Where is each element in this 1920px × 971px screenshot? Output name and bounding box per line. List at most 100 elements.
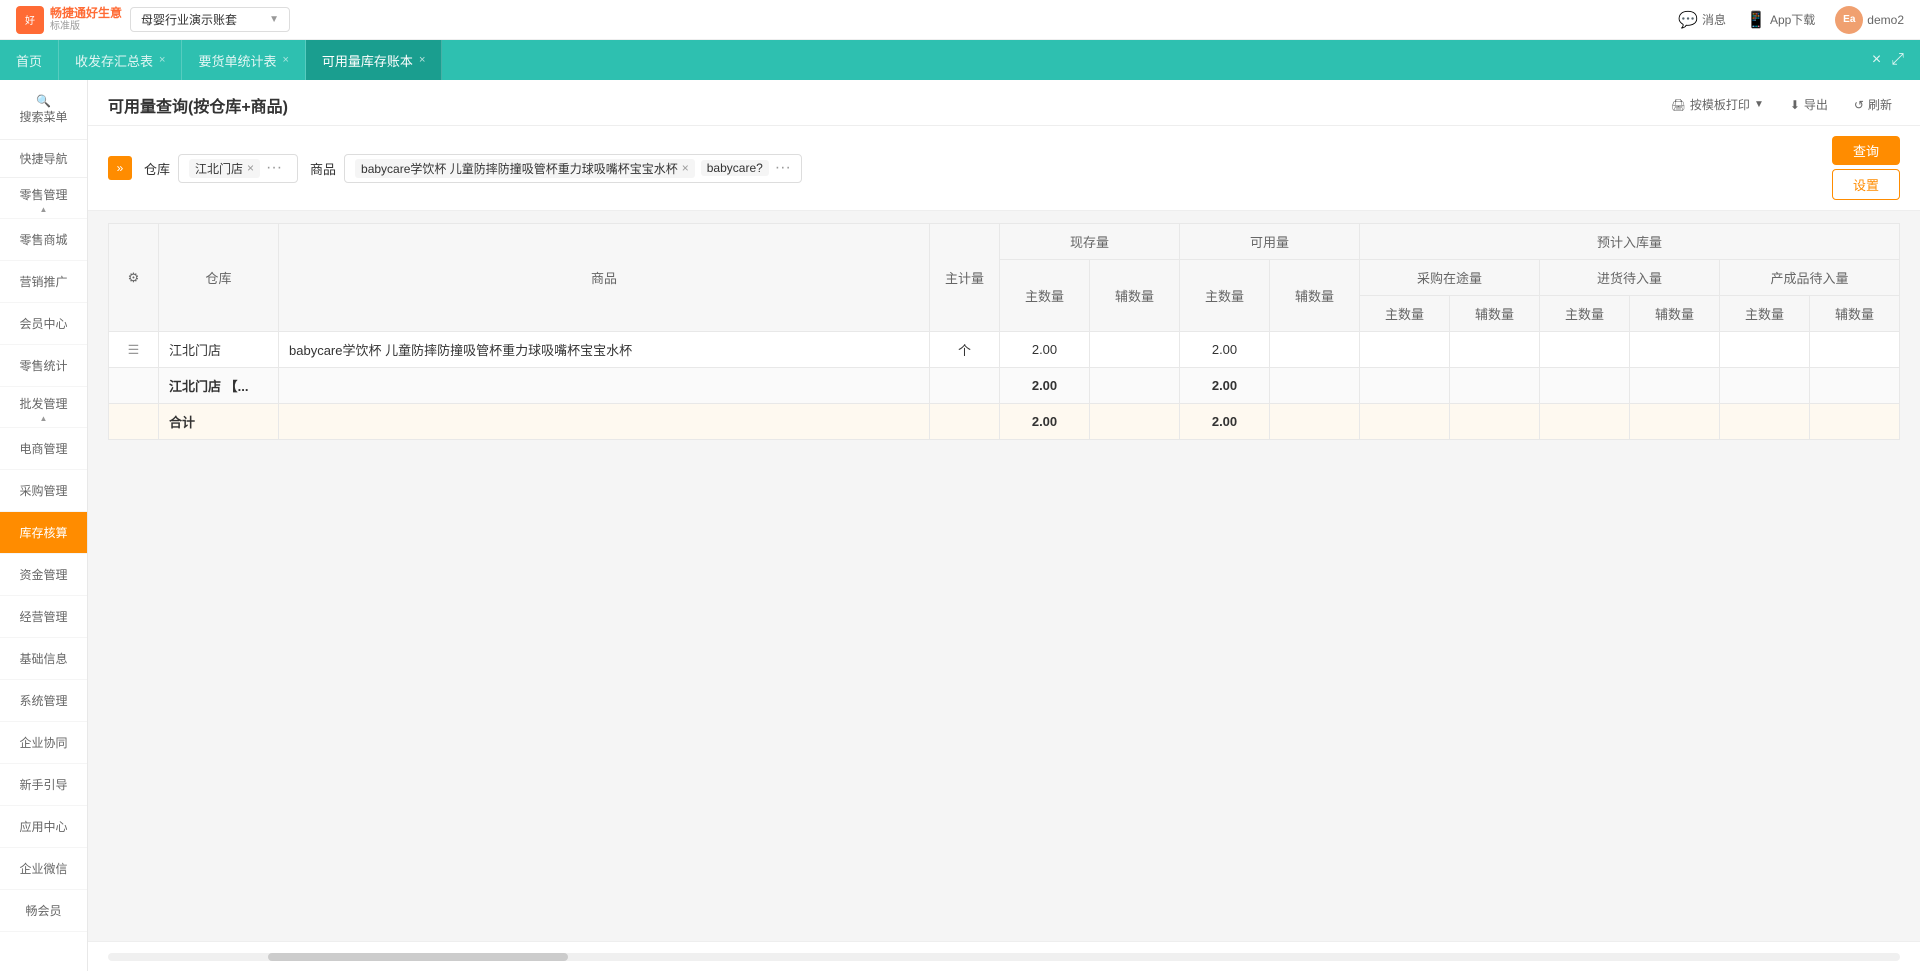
sidebar-item-purchase[interactable]: 采购管理 [0, 470, 87, 512]
th-incoming-sub: 辅数量 [1630, 296, 1720, 332]
sidebar-item-member[interactable]: 会员中心 [0, 303, 87, 345]
app-download-action[interactable]: 📱 App下载 [1746, 10, 1815, 30]
sidebar-item-system[interactable]: 系统管理 [0, 680, 87, 722]
username-label: demo2 [1867, 13, 1904, 27]
enterprise-label: 企业协同 [19, 734, 67, 751]
tab-order-stats-close[interactable]: × [282, 54, 288, 66]
product-tag-1-remove[interactable]: × [682, 161, 689, 175]
user-action[interactable]: Ea demo2 [1835, 6, 1904, 34]
th-incoming: 进货待入量 [1540, 260, 1720, 296]
tab-available-stock[interactable]: 可用量库存账本 × [306, 40, 442, 80]
th-available-main: 主数量 [1180, 260, 1270, 332]
warehouse-filter-value[interactable]: 江北门店 × ··· [178, 154, 298, 183]
sidebar-item-ecommerce[interactable]: 电商管理 [0, 428, 87, 470]
refresh-label: 刷新 [1868, 96, 1892, 113]
row-2-current-main: 2.00 [1000, 368, 1090, 404]
header-right: 💬 消息 📱 App下载 Ea demo2 [1678, 6, 1904, 34]
message-label: 消息 [1702, 11, 1726, 28]
sidebar-item-retail-mall[interactable]: 零售商城 [0, 219, 87, 261]
th-production-sub: 辅数量 [1810, 296, 1900, 332]
th-expected-in: 预计入库量 [1360, 224, 1900, 260]
row-1-purchase-sub [1450, 332, 1540, 368]
quick-nav-button[interactable]: 快捷导航 [8, 148, 79, 169]
nav-tab-actions: × ⤢ [1872, 51, 1920, 69]
row-1-unit: 个 [930, 332, 1000, 368]
row-1-warehouse: 江北门店 [159, 332, 279, 368]
settings-icon[interactable]: ⚙ [128, 270, 140, 285]
th-main-unit: 主计量 [930, 224, 1000, 332]
sidebar-item-retail-mgmt[interactable]: 零售管理 [0, 178, 87, 219]
product-more-btn[interactable]: ··· [775, 159, 791, 177]
row-2-production-sub [1810, 368, 1900, 404]
table-area: ⚙ 仓库 商品 主计量 现存量 可用量 预计入库量 主数量 辅数量 主数量 辅数… [88, 211, 1920, 941]
product-filter-label: 商品 [310, 159, 336, 178]
th-product: 商品 [279, 224, 930, 332]
warehouse-tag: 江北门店 × [189, 159, 260, 178]
row-1-incoming-main [1540, 332, 1630, 368]
sidebar-item-enterprise-wechat[interactable]: 企业微信 [0, 848, 87, 890]
table-row: ☰ 江北门店 babycare学饮杯 儿童防摔防撞吸管杯重力球吸嘴杯宝宝水杯 个… [109, 332, 1900, 368]
summary-row: 合计 2.00 2.00 [109, 404, 1900, 440]
search-menu-button[interactable]: 🔍 搜索菜单 [8, 90, 79, 129]
sidebar-item-guide[interactable]: 新手引导 [0, 764, 87, 806]
th-purchase-main: 主数量 [1360, 296, 1450, 332]
quick-nav-area: 快捷导航 [0, 140, 87, 178]
sidebar-item-basic-info[interactable]: 基础信息 [0, 638, 87, 680]
th-settings: ⚙ [109, 224, 159, 332]
sidebar-item-operations[interactable]: 经营管理 [0, 596, 87, 638]
close-all-button[interactable]: × [1872, 51, 1881, 69]
horizontal-scrollbar-track[interactable] [108, 953, 1900, 961]
sidebar-item-enterprise[interactable]: 企业协同 [0, 722, 87, 764]
logo-area: 好 畅捷通好生意 标准版 [16, 6, 122, 34]
summary-available-main: 2.00 [1180, 404, 1270, 440]
tab-receive-summary[interactable]: 收发存汇总表 × [59, 40, 182, 80]
row-2-current-sub [1090, 368, 1180, 404]
tab-available-stock-close[interactable]: × [419, 54, 425, 66]
industry-selector[interactable]: 母婴行业演示账套 ▼ [130, 7, 290, 32]
expand-button[interactable]: ⤢ [1891, 51, 1904, 69]
horizontal-scrollbar-thumb[interactable] [268, 953, 568, 961]
sidebar-item-finance[interactable]: 资金管理 [0, 554, 87, 596]
tab-home-label: 首页 [16, 51, 42, 70]
tab-home[interactable]: 首页 [0, 40, 59, 80]
warehouse-more-btn[interactable]: ··· [266, 159, 282, 177]
row-1-available-sub [1270, 332, 1360, 368]
sidebar-item-wholesale-mgmt[interactable]: 批发管理 [0, 387, 87, 428]
nav-tabs: 首页 收发存汇总表 × 要货单统计表 × 可用量库存账本 × × ⤢ [0, 40, 1920, 80]
setting-button[interactable]: 设置 [1832, 169, 1900, 200]
summary-available-sub [1270, 404, 1360, 440]
sidebar-item-vip-member[interactable]: 畅会员 [0, 890, 87, 932]
row-1-purchase-main [1360, 332, 1450, 368]
sidebar: 🔍 搜索菜单 快捷导航 零售管理 零售商城 营销推广 会员中心 零售统计 批发管… [0, 80, 88, 971]
sidebar-item-app-center[interactable]: 应用中心 [0, 806, 87, 848]
member-label: 会员中心 [19, 315, 67, 332]
export-button[interactable]: ⬇ 导出 [1782, 92, 1836, 117]
tab-receive-summary-close[interactable]: × [159, 54, 165, 66]
filter-expand-button[interactable]: » [108, 156, 132, 180]
print-template-button[interactable]: 🖨 按模板打印 ▼ [1663, 92, 1772, 117]
refresh-icon: ↺ [1854, 98, 1864, 112]
warehouse-tag-remove[interactable]: × [247, 161, 254, 175]
user-avatar: Ea [1835, 6, 1863, 34]
query-button[interactable]: 查询 [1832, 136, 1900, 165]
summary-current-sub [1090, 404, 1180, 440]
product-filter-group: 商品 babycare学饮杯 儿童防摔防撞吸管杯重力球吸嘴杯宝宝水杯 × bab… [310, 154, 802, 183]
row-2-incoming-sub [1630, 368, 1720, 404]
product-filter-value[interactable]: babycare学饮杯 儿童防摔防撞吸管杯重力球吸嘴杯宝宝水杯 × babyca… [344, 154, 802, 183]
tab-order-stats-label: 要货单统计表 [198, 51, 276, 70]
sidebar-item-retail-stats[interactable]: 零售统计 [0, 345, 87, 387]
row-2-production-main [1720, 368, 1810, 404]
warehouse-tag-text: 江北门店 [195, 160, 243, 177]
sidebar-item-inventory[interactable]: 库存核算 [0, 512, 87, 554]
th-available: 可用量 [1180, 224, 1360, 260]
row-2-settings [109, 368, 159, 404]
sidebar-search-area: 🔍 搜索菜单 [0, 80, 87, 140]
wholesale-mgmt-label: 批发管理 [19, 395, 67, 412]
row-2-available-sub [1270, 368, 1360, 404]
sidebar-item-marketing[interactable]: 营销推广 [0, 261, 87, 303]
tab-order-stats[interactable]: 要货单统计表 × [182, 40, 305, 80]
product-tag-2: babycare? [701, 160, 769, 176]
message-action[interactable]: 💬 消息 [1678, 10, 1726, 30]
refresh-button[interactable]: ↺ 刷新 [1846, 92, 1900, 117]
header-left: 好 畅捷通好生意 标准版 母婴行业演示账套 ▼ [16, 6, 290, 34]
